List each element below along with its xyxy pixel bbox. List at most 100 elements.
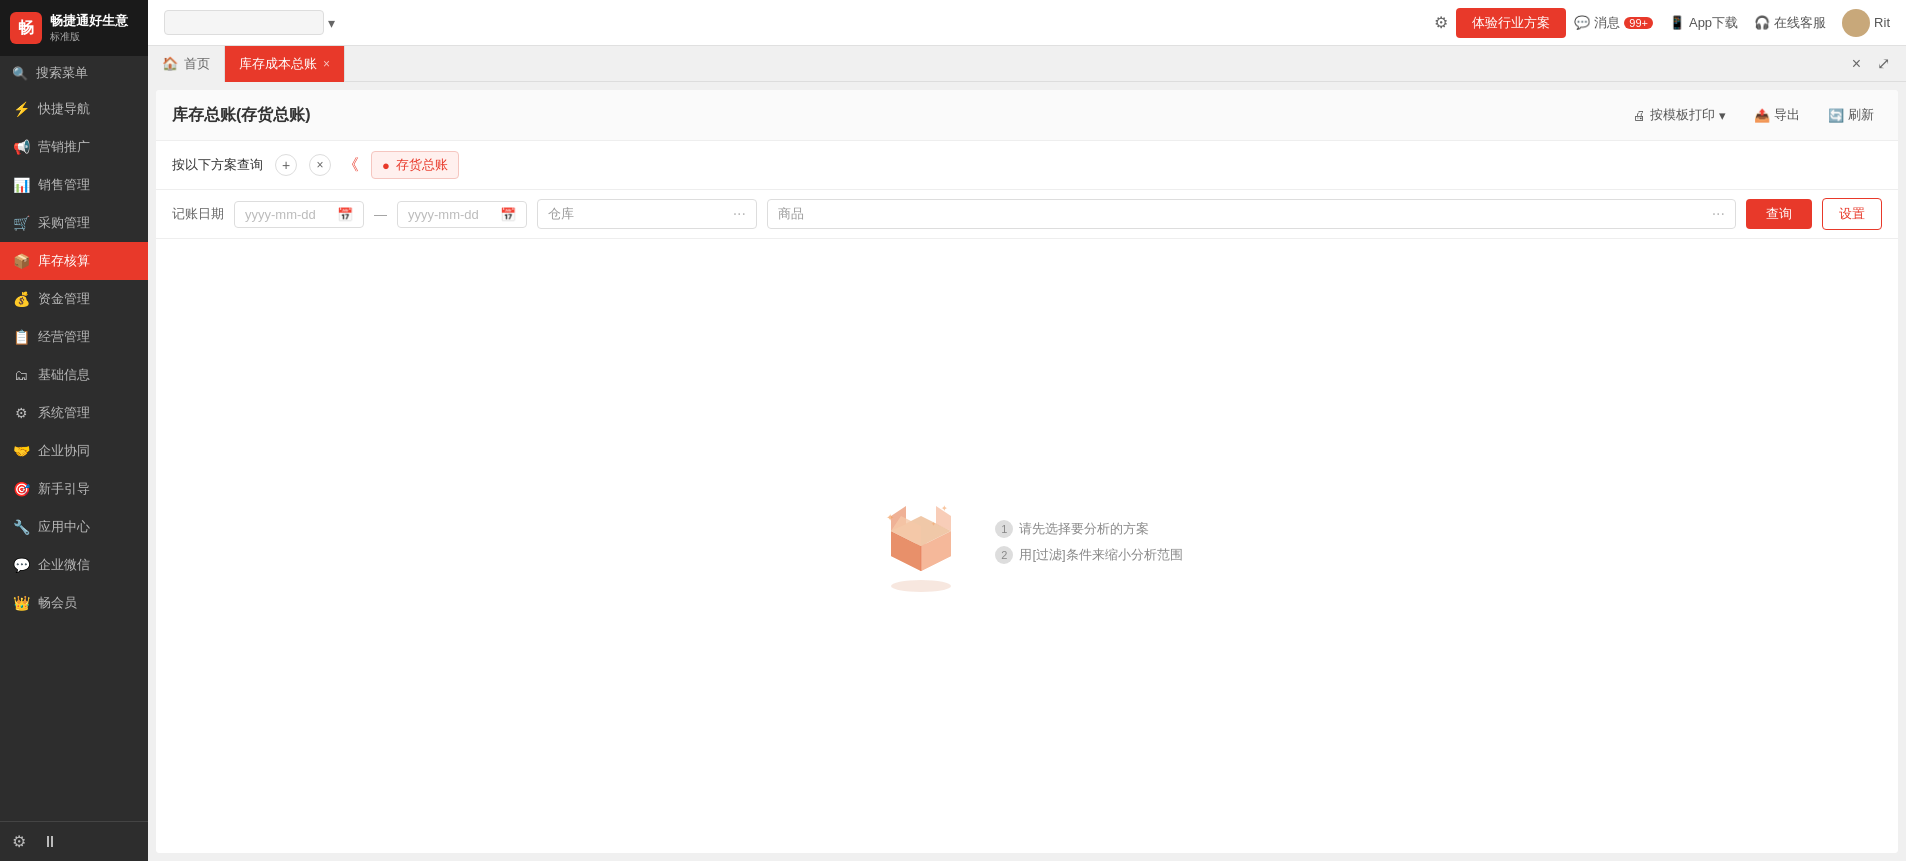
refresh-icon: 🔄: [1828, 108, 1844, 123]
cooperation-icon: 🤝: [12, 443, 30, 459]
refresh-btn[interactable]: 🔄 刷新: [1820, 102, 1882, 128]
tab-expand-button[interactable]: ⤢: [1869, 50, 1898, 77]
calendar-start-icon[interactable]: 📅: [337, 207, 353, 222]
sidebar-item-operation[interactable]: 📋 经营管理: [0, 318, 148, 356]
topbar-search-input[interactable]: [164, 10, 324, 35]
online-support-item[interactable]: 🎧 在线客服: [1754, 14, 1826, 32]
finance-icon: 💰: [12, 291, 30, 307]
sidebar-item-sales[interactable]: 📊 销售管理: [0, 166, 148, 204]
message-icon: 💬: [1574, 15, 1590, 30]
message-item[interactable]: 💬 消息 99+: [1574, 14, 1653, 32]
sidebar-item-cooperation[interactable]: 🤝 企业协同: [0, 432, 148, 470]
print-dropdown-icon[interactable]: ▾: [1719, 108, 1726, 123]
sidebar-search-item[interactable]: 🔍 搜索菜单: [0, 56, 148, 90]
step2-num: 2: [995, 546, 1013, 564]
sidebar-search-label: 搜索菜单: [36, 64, 88, 82]
sidebar-item-app-center[interactable]: 🔧 应用中心: [0, 508, 148, 546]
sidebar-item-label: 企业微信: [38, 556, 90, 574]
app-center-icon: 🔧: [12, 519, 30, 535]
sidebar-item-label: 资金管理: [38, 290, 90, 308]
sidebar-item-label: 畅会员: [38, 594, 77, 612]
member-icon: 👑: [12, 595, 30, 611]
sidebar-item-finance[interactable]: 💰 资金管理: [0, 280, 148, 318]
empty-step1: 1 请先选择要分析的方案: [995, 520, 1182, 538]
filter-bar: 按以下方案查询 + × 《 ● 存货总账: [156, 141, 1898, 190]
tab-right-actions: × ⤢: [1844, 50, 1906, 77]
export-btn[interactable]: 📤 导出: [1746, 102, 1808, 128]
sidebar-item-purchase[interactable]: 🛒 采购管理: [0, 204, 148, 242]
sidebar-item-member[interactable]: 👑 畅会员: [0, 584, 148, 622]
scheme-label: 存货总账: [396, 156, 448, 174]
search-icon: 🔍: [12, 66, 28, 81]
system-icon: ⚙: [12, 405, 30, 421]
sidebar-item-inventory[interactable]: 📦 库存核算: [0, 242, 148, 280]
filter-clear-button[interactable]: ×: [309, 154, 331, 176]
filter-collapse-button[interactable]: 《: [343, 155, 359, 176]
sidebar-item-label: 经营管理: [38, 328, 90, 346]
quick-nav-icon: ⚡: [12, 101, 30, 117]
warehouse-select[interactable]: 仓库 ···: [537, 199, 757, 229]
tab-close-icon[interactable]: ×: [323, 58, 330, 70]
query-button[interactable]: 查询: [1746, 199, 1812, 229]
tab-inventory-ledger[interactable]: 库存成本总账 ×: [225, 46, 345, 82]
empty-illustration-svg: ✦ ✦ ✦: [871, 496, 971, 596]
sidebar-footer: ⚙ ⏸: [0, 821, 148, 861]
svg-text:✦: ✦: [941, 504, 948, 513]
date-start-placeholder: yyyy-mm-dd: [245, 207, 316, 222]
app-logo-icon: 畅: [10, 12, 42, 44]
app-version: 标准版: [50, 30, 128, 44]
svg-text:✦: ✦: [886, 512, 894, 523]
tab-home[interactable]: 🏠 首页: [148, 46, 225, 82]
empty-instructions: 1 请先选择要分析的方案 2 用[过滤]条件来缩小分析范围: [995, 520, 1182, 572]
topbar-dropdown-icon[interactable]: ▾: [328, 15, 335, 31]
svg-text:✦: ✦: [931, 521, 936, 527]
page-header: 库存总账(存货总账) 🖨 按模板打印 ▾ 📤 导出 🔄 刷新: [156, 90, 1898, 141]
sidebar-item-wechat[interactable]: 💬 企业微信: [0, 546, 148, 584]
product-placeholder: 商品: [778, 205, 804, 223]
guide-icon: 🎯: [12, 481, 30, 497]
sales-icon: 📊: [12, 177, 30, 193]
sidebar-item-guide[interactable]: 🎯 新手引导: [0, 470, 148, 508]
svg-point-0: [891, 580, 951, 592]
filter-row: 记账日期 yyyy-mm-dd 📅 — yyyy-mm-dd 📅 仓库 ··· …: [156, 190, 1898, 239]
date-dash: —: [374, 207, 387, 222]
print-label: 按模板打印: [1650, 106, 1715, 124]
date-start-input[interactable]: yyyy-mm-dd 📅: [234, 201, 364, 228]
trial-btn[interactable]: 体验行业方案: [1456, 8, 1566, 38]
tab-close-button[interactable]: ×: [1844, 51, 1869, 77]
message-badge: 99+: [1624, 17, 1653, 29]
footer-collapse-icon[interactable]: ⏸: [42, 833, 58, 851]
filter-scheme-tag[interactable]: ● 存货总账: [371, 151, 459, 179]
filter-add-button[interactable]: +: [275, 154, 297, 176]
footer-settings-icon[interactable]: ⚙: [12, 832, 26, 851]
sidebar-item-marketing[interactable]: 📢 营销推广: [0, 128, 148, 166]
sidebar-item-system[interactable]: ⚙ 系统管理: [0, 394, 148, 432]
export-icon: 📤: [1754, 108, 1770, 123]
purchase-icon: 🛒: [12, 215, 30, 231]
sidebar-item-label: 新手引导: [38, 480, 90, 498]
main-area: ▾ ⚙ 体验行业方案 💬 消息 99+ 📱 App下载 🎧 在线客服 Rit: [148, 0, 1906, 861]
print-icon: 🖨: [1633, 108, 1646, 123]
settings-button[interactable]: 设置: [1822, 198, 1882, 230]
product-more-icon: ···: [1712, 205, 1725, 223]
sidebar-item-quick-nav[interactable]: ⚡ 快捷导航: [0, 90, 148, 128]
export-label: 导出: [1774, 106, 1800, 124]
sidebar-item-label: 应用中心: [38, 518, 90, 536]
sidebar-item-label: 基础信息: [38, 366, 90, 384]
topbar: ▾ ⚙ 体验行业方案 💬 消息 99+ 📱 App下载 🎧 在线客服 Rit: [148, 0, 1906, 46]
topbar-settings-button[interactable]: ⚙: [1434, 13, 1448, 32]
sidebar-item-label: 库存核算: [38, 252, 90, 270]
sidebar-item-basic[interactable]: 🗂 基础信息: [0, 356, 148, 394]
user-avatar-item[interactable]: Rit: [1842, 9, 1890, 37]
product-select[interactable]: 商品 ···: [767, 199, 1736, 229]
phone-icon: 📱: [1669, 15, 1685, 30]
calendar-end-icon[interactable]: 📅: [500, 207, 516, 222]
app-name: 畅捷通好生意: [50, 12, 128, 30]
app-download-item[interactable]: 📱 App下载: [1669, 14, 1738, 32]
empty-step2: 2 用[过滤]条件来缩小分析范围: [995, 546, 1182, 564]
operation-icon: 📋: [12, 329, 30, 345]
print-btn[interactable]: 🖨 按模板打印 ▾: [1625, 102, 1734, 128]
sidebar-item-label: 企业协同: [38, 442, 90, 460]
sidebar-item-label: 采购管理: [38, 214, 90, 232]
date-end-input[interactable]: yyyy-mm-dd 📅: [397, 201, 527, 228]
